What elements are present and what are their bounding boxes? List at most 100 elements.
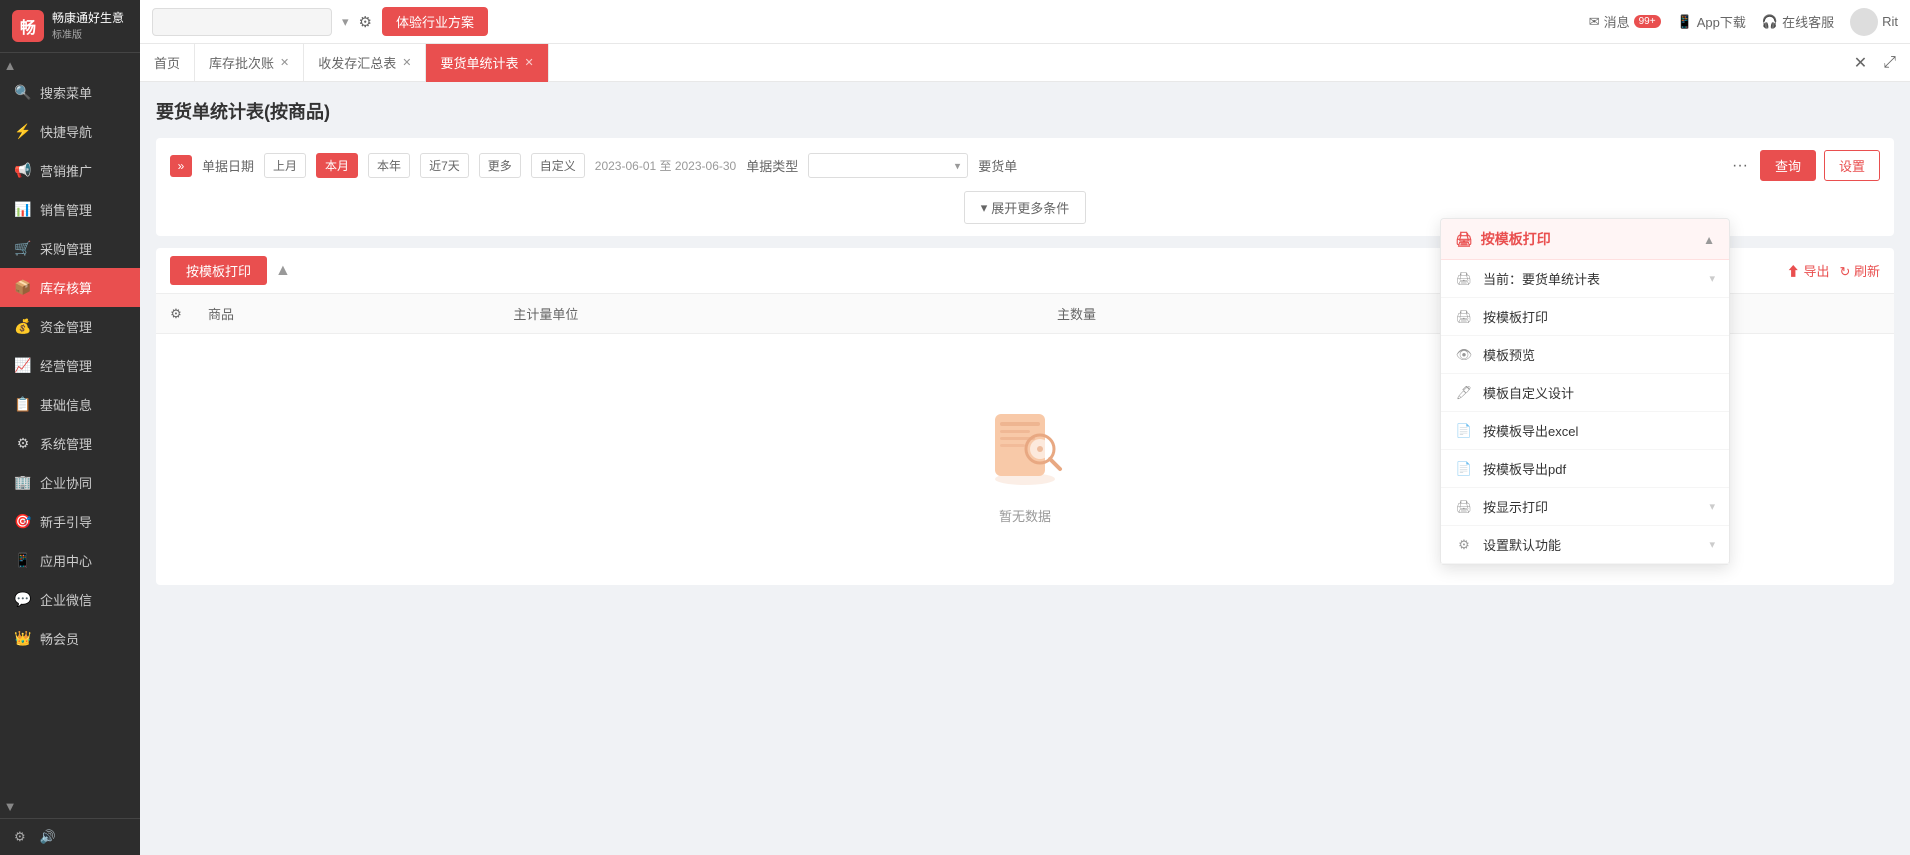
dropdown-current-template[interactable]: 🖨 当前：要货单统计表 ▾ [1441,260,1729,298]
sidebar-item-label: 库存核算 [40,278,92,297]
phone-icon: 📱 [1677,14,1693,30]
template-preview-icon: 👁 [1455,347,1473,363]
sidebar-item-enterprise[interactable]: 🏢 企业协同 [0,463,140,502]
logo-icon: 畅 [12,10,44,42]
topbar-gear-icon[interactable]: ⚙ [359,13,372,31]
online-service-btn[interactable]: 🎧 在线客服 [1762,12,1834,31]
member-icon: 👑 [14,630,32,647]
sidebar-item-member[interactable]: 👑 畅会员 [0,619,140,658]
sidebar-item-search[interactable]: 🔍 搜索菜单 [0,73,140,112]
col-settings[interactable]: ⚙ [156,294,196,334]
dropdown-export-pdf[interactable]: 📄 按模板导出pdf [1441,450,1729,488]
messages-btn[interactable]: ✉ 消息 99+ [1589,12,1661,31]
settings-btn[interactable]: 设置 [1824,150,1880,181]
date-btn-7days[interactable]: 近7天 [420,153,469,178]
sidebar-item-label: 营销推广 [40,161,92,180]
display-print-icon: 🖨 [1455,499,1473,515]
logo-title: 畅康通好生意 [52,11,124,27]
export-pdf-label: 按模板导出pdf [1483,459,1566,478]
export-excel-icon: 📄 [1455,423,1473,439]
expand-more-btn[interactable]: ▾ 展开更多条件 [964,191,1087,224]
template-print-icon: 🖨 [1455,309,1473,325]
sidebar-scroll-down[interactable]: ▼ [0,798,20,818]
sidebar-item-label: 系统管理 [40,434,92,453]
user-avatar-btn[interactable]: Rit [1850,8,1898,36]
trial-btn[interactable]: 体验行业方案 [382,7,488,36]
date-btn-this-month[interactable]: 本月 [316,153,358,178]
refresh-btn[interactable]: ↻ 刷新 [1839,261,1880,280]
sidebar-item-purchase[interactable]: 🛒 采购管理 [0,229,140,268]
dropdown-display-print[interactable]: 🖨 按显示打印 ▾ [1441,488,1729,526]
dropdown-template-preview[interactable]: 👁 模板预览 [1441,336,1729,374]
dropdown-header[interactable]: 🖨 按模板打印 ▲ [1441,219,1729,260]
more-options-btn[interactable]: ··· [1728,157,1752,175]
sidebar-item-basic[interactable]: 📋 基础信息 [0,385,140,424]
page-title: 要货单统计表(按商品) [156,98,1894,124]
dropdown-export-excel[interactable]: 📄 按模板导出excel [1441,412,1729,450]
search-input[interactable] [152,8,332,36]
dropdown-set-default[interactable]: ⚙ 设置默认功能 ▾ [1441,526,1729,564]
export-btn[interactable]: ⬆ 导出 [1787,261,1830,280]
template-icon: 🖨 [1455,271,1473,287]
system-icon: ⚙ [14,435,32,452]
app-download-btn[interactable]: 📱 App下载 [1677,12,1746,31]
tab-collection-close[interactable]: ✕ [402,56,411,69]
tab-order-summary[interactable]: 要货单统计表 ✕ [426,44,548,82]
sidebar-item-newbie[interactable]: 🎯 新手引导 [0,502,140,541]
dropdown-header-right: ▲ [1703,232,1715,247]
date-btn-more[interactable]: 更多 [479,153,521,178]
window-close-btn[interactable]: ✕ [1848,51,1873,75]
sidebar-nav: 🔍 搜索菜单 ⚡ 快捷导航 📢 营销推广 📊 销售管理 🛒 采购管理 📦 库存核… [0,73,140,798]
window-maximize-btn[interactable]: ⤢ [1877,52,1902,74]
settings-bottom-icon[interactable]: ⚙ [14,829,26,845]
date-btn-last-month[interactable]: 上月 [264,153,306,178]
tab-home[interactable]: 首页 [140,44,195,82]
date-filter-label: 单据日期 [202,156,254,175]
dropdown-template-print[interactable]: 🖨 按模板打印 [1441,298,1729,336]
dropdown-template-custom[interactable]: 🖊 模板自定义设计 [1441,374,1729,412]
sidebar-item-operation[interactable]: 📈 经营管理 [0,346,140,385]
sidebar-item-label: 销售管理 [40,200,92,219]
query-btn[interactable]: 查询 [1760,150,1816,181]
tab-order-close[interactable]: ✕ [525,56,534,69]
filter-row-1: » 单据日期 上月 本月 本年 近7天 更多 自定义 2023-06-01 至 … [170,150,1880,181]
tab-home-label: 首页 [154,53,180,72]
tab-collection-summary[interactable]: 收发存汇总表 ✕ [304,44,426,82]
sidebar-item-inventory[interactable]: 📦 库存核算 [0,268,140,307]
order-type-select[interactable] [808,153,968,178]
export-icon: ⬆ [1787,264,1800,279]
date-btn-custom[interactable]: 自定义 [531,153,585,178]
date-btn-this-year[interactable]: 本年 [368,153,410,178]
sidebar-item-label: 基础信息 [40,395,92,414]
refresh-icon: ↻ [1839,264,1850,279]
sidebar-scroll-up[interactable]: ▲ [0,53,20,73]
sidebar-item-sales[interactable]: 📊 销售管理 [0,190,140,229]
tab-order-label: 要货单统计表 [440,53,518,72]
search-chevron-icon[interactable]: ▾ [342,14,349,30]
purchase-icon: 🛒 [14,240,32,257]
tab-batch-account[interactable]: 库存批次账 ✕ [195,44,304,82]
expand-icon: ▾ [981,200,988,216]
sidebar-item-quick-nav[interactable]: ⚡ 快捷导航 [0,112,140,151]
template-preview-label: 模板预览 [1483,345,1535,364]
tab-batch-account-close[interactable]: ✕ [280,56,289,69]
logo-subtitle: 标准版 [52,26,124,41]
main-content: ▾ ⚙ 体验行业方案 ✉ 消息 99+ 📱 App下载 🎧 在线客服 Rit [140,0,1910,855]
sidebar-item-label: 企业协同 [40,473,92,492]
sidebar-item-appcenter[interactable]: 📱 应用中心 [0,541,140,580]
inventory-icon: 📦 [14,279,32,296]
print-chevron-icon[interactable]: ▲ [275,262,291,280]
volume-bottom-icon[interactable]: 🔊 [40,829,56,845]
set-default-label: 设置默认功能 [1483,535,1561,554]
order-type-label: 单据类型 [746,156,798,175]
template-arrow-icon: ▾ [1709,272,1715,285]
messages-badge: 99+ [1634,15,1661,28]
sidebar-item-system[interactable]: ⚙ 系统管理 [0,424,140,463]
filter-expand-btn[interactable]: » [170,155,192,177]
print-template-btn[interactable]: 按模板打印 [170,256,267,285]
sidebar-item-marketing[interactable]: 📢 营销推广 [0,151,140,190]
col-goods: 商品 [196,294,501,334]
current-template-label: 当前：要货单统计表 [1483,269,1600,288]
sidebar-item-finance[interactable]: 💰 资金管理 [0,307,140,346]
sidebar-item-wechat[interactable]: 💬 企业微信 [0,580,140,619]
